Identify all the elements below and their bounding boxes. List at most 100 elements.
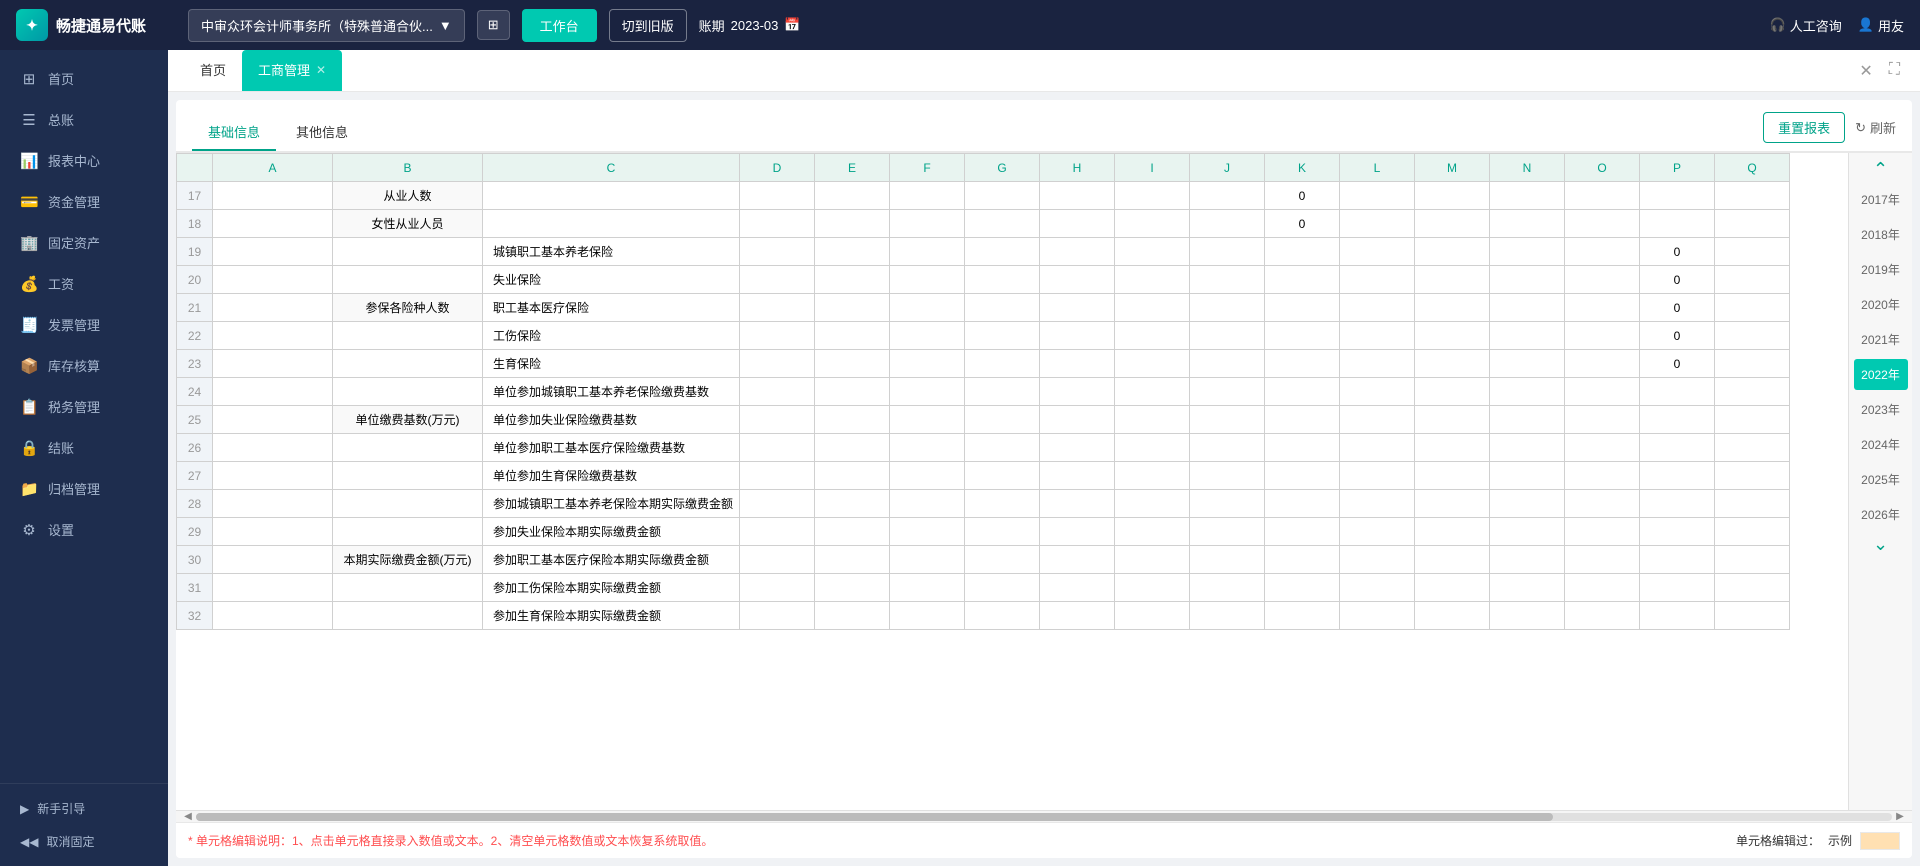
cell-24-I[interactable] (1115, 378, 1190, 406)
cell-26-K[interactable] (1265, 434, 1340, 462)
cell-32-K[interactable] (1265, 602, 1340, 630)
cell-21-J[interactable] (1190, 294, 1265, 322)
cell-23-Q[interactable] (1715, 350, 1790, 378)
cell-18-K[interactable]: 0 (1265, 210, 1340, 238)
cell-25-N[interactable] (1490, 406, 1565, 434)
cell-19-C[interactable]: 城镇职工基本养老保险 (483, 238, 740, 266)
cell-24-G[interactable] (965, 378, 1040, 406)
cell-20-P[interactable]: 0 (1640, 266, 1715, 294)
cell-27-N[interactable] (1490, 462, 1565, 490)
cell-20-D[interactable] (740, 266, 815, 294)
cell-18-B[interactable]: 女性从业人员 (333, 210, 483, 238)
cell-18-D[interactable] (740, 210, 815, 238)
cell-26-I[interactable] (1115, 434, 1190, 462)
cell-31-O[interactable] (1565, 574, 1640, 602)
cell-17-E[interactable] (815, 182, 890, 210)
cell-30-F[interactable] (890, 546, 965, 574)
year-item-2018[interactable]: 2018年 (1854, 219, 1908, 250)
cell-24-M[interactable] (1415, 378, 1490, 406)
cell-21-Q[interactable] (1715, 294, 1790, 322)
new-guide-item[interactable]: ▶ 新手引导 (16, 794, 152, 823)
year-item-2021[interactable]: 2021年 (1854, 324, 1908, 355)
tab-close-icon[interactable]: ✕ (316, 63, 326, 77)
cell-32-A[interactable] (213, 602, 333, 630)
cell-28-H[interactable] (1040, 490, 1115, 518)
cell-21-M[interactable] (1415, 294, 1490, 322)
cell-27-P[interactable] (1640, 462, 1715, 490)
cell-21-G[interactable] (965, 294, 1040, 322)
cell-31-M[interactable] (1415, 574, 1490, 602)
cell-30-H[interactable] (1040, 546, 1115, 574)
cell-30-O[interactable] (1565, 546, 1640, 574)
cell-30-M[interactable] (1415, 546, 1490, 574)
sub-tab-other[interactable]: 其他信息 (280, 114, 364, 151)
cell-28-J[interactable] (1190, 490, 1265, 518)
cell-21-B[interactable]: 参保各险种人数 (333, 294, 483, 322)
cell-26-M[interactable] (1415, 434, 1490, 462)
cell-19-F[interactable] (890, 238, 965, 266)
cell-22-K[interactable] (1265, 322, 1340, 350)
horizontal-scrollbar-area[interactable]: ◀ ▶ (176, 810, 1912, 822)
cell-24-A[interactable] (213, 378, 333, 406)
sidebar-item-fixed_asset[interactable]: 🏢 固定资产 (0, 222, 168, 263)
cell-21-P[interactable]: 0 (1640, 294, 1715, 322)
cell-22-E[interactable] (815, 322, 890, 350)
cell-25-J[interactable] (1190, 406, 1265, 434)
cell-23-H[interactable] (1040, 350, 1115, 378)
cell-24-E[interactable] (815, 378, 890, 406)
cell-29-P[interactable] (1640, 518, 1715, 546)
cell-29-F[interactable] (890, 518, 965, 546)
cell-17-P[interactable] (1640, 182, 1715, 210)
year-item-2025[interactable]: 2025年 (1854, 464, 1908, 495)
cell-28-K[interactable] (1265, 490, 1340, 518)
cell-18-G[interactable] (965, 210, 1040, 238)
sidebar-item-tax[interactable]: 📋 税务管理 (0, 386, 168, 427)
cell-29-N[interactable] (1490, 518, 1565, 546)
cell-18-H[interactable] (1040, 210, 1115, 238)
cancel-fixed-item[interactable]: ◀◀ 取消固定 (16, 827, 152, 856)
cell-17-L[interactable] (1340, 182, 1415, 210)
cell-29-H[interactable] (1040, 518, 1115, 546)
sidebar-item-archive[interactable]: 📁 归档管理 (0, 468, 168, 509)
cell-29-L[interactable] (1340, 518, 1415, 546)
cell-26-E[interactable] (815, 434, 890, 462)
cell-27-I[interactable] (1115, 462, 1190, 490)
cell-25-G[interactable] (965, 406, 1040, 434)
cell-32-E[interactable] (815, 602, 890, 630)
cell-23-F[interactable] (890, 350, 965, 378)
cell-26-D[interactable] (740, 434, 815, 462)
cell-25-H[interactable] (1040, 406, 1115, 434)
cell-19-M[interactable] (1415, 238, 1490, 266)
cell-27-O[interactable] (1565, 462, 1640, 490)
cell-25-A[interactable] (213, 406, 333, 434)
year-item-2024[interactable]: 2024年 (1854, 429, 1908, 460)
cell-23-O[interactable] (1565, 350, 1640, 378)
cell-23-J[interactable] (1190, 350, 1265, 378)
cell-18-F[interactable] (890, 210, 965, 238)
cell-23-I[interactable] (1115, 350, 1190, 378)
cell-29-E[interactable] (815, 518, 890, 546)
cell-27-D[interactable] (740, 462, 815, 490)
cell-28-O[interactable] (1565, 490, 1640, 518)
cell-24-D[interactable] (740, 378, 815, 406)
sidebar-item-settings[interactable]: ⚙ 设置 (0, 509, 168, 550)
cell-28-D[interactable] (740, 490, 815, 518)
cell-17-A[interactable] (213, 182, 333, 210)
cell-26-A[interactable] (213, 434, 333, 462)
tab-close-all-icon[interactable]: ✕ (1855, 57, 1876, 85)
cell-30-B[interactable]: 本期实际缴费金额(万元) (333, 546, 483, 574)
cell-27-J[interactable] (1190, 462, 1265, 490)
cell-28-Q[interactable] (1715, 490, 1790, 518)
cell-20-O[interactable] (1565, 266, 1640, 294)
sidebar-item-salary[interactable]: 💰 工资 (0, 263, 168, 304)
cell-24-Q[interactable] (1715, 378, 1790, 406)
cell-19-J[interactable] (1190, 238, 1265, 266)
cell-32-C[interactable]: 参加生育保险本期实际缴费金额 (483, 602, 740, 630)
cell-18-I[interactable] (1115, 210, 1190, 238)
cell-20-M[interactable] (1415, 266, 1490, 294)
cell-17-M[interactable] (1415, 182, 1490, 210)
cell-20-J[interactable] (1190, 266, 1265, 294)
cell-20-H[interactable] (1040, 266, 1115, 294)
cell-31-B[interactable] (333, 574, 483, 602)
cell-17-K[interactable]: 0 (1265, 182, 1340, 210)
